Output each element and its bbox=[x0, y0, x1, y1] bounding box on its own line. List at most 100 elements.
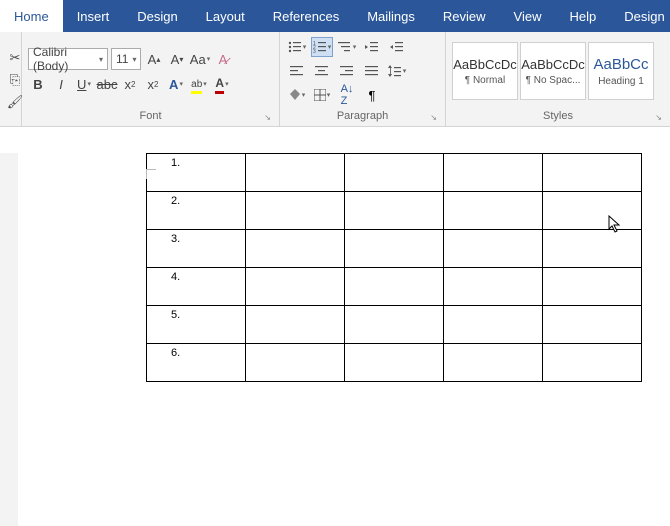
table-cell[interactable] bbox=[246, 154, 345, 192]
table-row: 3. bbox=[147, 230, 642, 268]
ribbon: ✂ ⎘ 🖌 Calibri (Body)▾ 11▾ A▴ A▾ Aa▾ A̷ B… bbox=[0, 32, 670, 127]
table-cell[interactable] bbox=[345, 268, 444, 306]
align-left-button[interactable] bbox=[286, 61, 308, 81]
tab-design[interactable]: Design bbox=[123, 0, 191, 32]
strikethrough-button[interactable]: abc bbox=[97, 74, 117, 94]
style-no-spacing[interactable]: AaBbCcDc ¶ No Spac... bbox=[520, 42, 586, 100]
numbering-button[interactable]: 123▾ bbox=[311, 37, 333, 57]
table-cell[interactable] bbox=[444, 306, 543, 344]
tab-insert[interactable]: Insert bbox=[63, 0, 124, 32]
tab-view[interactable]: View bbox=[500, 0, 556, 32]
table-cell[interactable]: 5. bbox=[147, 306, 246, 344]
tab-mailings[interactable]: Mailings bbox=[353, 0, 429, 32]
tab-home[interactable]: Home bbox=[0, 0, 63, 32]
table-cell[interactable]: 6. bbox=[147, 344, 246, 382]
group-label-paragraph: Paragraph bbox=[286, 108, 439, 126]
style-name: Heading 1 bbox=[598, 76, 644, 87]
group-label-font: Font bbox=[28, 108, 273, 126]
table-row: 4. bbox=[147, 268, 642, 306]
styles-gallery[interactable]: AaBbCcDc ¶ Normal AaBbCcDc ¶ No Spac... … bbox=[452, 42, 664, 100]
shrink-font-button[interactable]: A▾ bbox=[167, 49, 187, 69]
table-row: 6. bbox=[147, 344, 642, 382]
align-center-button[interactable] bbox=[311, 61, 333, 81]
line-spacing-button[interactable]: ▾ bbox=[386, 61, 408, 81]
ribbon-tabs: Home Insert Design Layout References Mai… bbox=[0, 0, 670, 32]
tab-layout[interactable]: Layout bbox=[192, 0, 259, 32]
table-cell[interactable] bbox=[345, 154, 444, 192]
font-size-value: 11 bbox=[116, 52, 128, 66]
table-cell[interactable] bbox=[444, 230, 543, 268]
table-cell[interactable] bbox=[444, 344, 543, 382]
style-name: ¶ No Spac... bbox=[526, 75, 581, 86]
table-cell[interactable]: 4. bbox=[147, 268, 246, 306]
multilevel-list-button[interactable]: ▾ bbox=[336, 37, 358, 57]
table-row: 1. bbox=[147, 154, 642, 192]
superscript-button[interactable]: x2 bbox=[143, 74, 163, 94]
subscript-button[interactable]: x2 bbox=[120, 74, 140, 94]
table-cell[interactable]: 2. bbox=[147, 192, 246, 230]
table-cell[interactable] bbox=[543, 268, 642, 306]
decrease-indent-button[interactable] bbox=[361, 37, 383, 57]
align-right-button[interactable] bbox=[336, 61, 358, 81]
style-preview: AaBbCc bbox=[593, 56, 648, 73]
group-paragraph: ▾ 123▾ ▾ ▾ ▾ ▾ A↓Z ¶ Paragraph bbox=[280, 32, 446, 126]
style-normal[interactable]: AaBbCcDc ¶ Normal bbox=[452, 42, 518, 100]
table-cell[interactable]: 3. bbox=[147, 230, 246, 268]
table-cell[interactable]: 1. bbox=[147, 154, 246, 192]
text-effects-button[interactable]: A▾ bbox=[166, 74, 186, 94]
style-heading1[interactable]: AaBbCc Heading 1 bbox=[588, 42, 654, 100]
page-corner-mark bbox=[146, 169, 156, 179]
bullets-button[interactable]: ▾ bbox=[286, 37, 308, 57]
sort-button[interactable]: A↓Z bbox=[336, 85, 358, 105]
font-name-combo[interactable]: Calibri (Body)▾ bbox=[28, 48, 108, 70]
style-name: ¶ Normal bbox=[465, 75, 505, 86]
table-row: 2. bbox=[147, 192, 642, 230]
table-cell[interactable] bbox=[246, 230, 345, 268]
italic-button[interactable]: I bbox=[51, 74, 71, 94]
tab-review[interactable]: Review bbox=[429, 0, 500, 32]
table-cell[interactable] bbox=[246, 306, 345, 344]
justify-button[interactable] bbox=[361, 61, 383, 81]
table-cell[interactable] bbox=[345, 192, 444, 230]
font-name-value: Calibri (Body) bbox=[33, 45, 95, 73]
table-cell[interactable] bbox=[246, 192, 345, 230]
table-row: 5. bbox=[147, 306, 642, 344]
table-cell[interactable] bbox=[543, 306, 642, 344]
table-cell[interactable] bbox=[543, 154, 642, 192]
table-cell[interactable] bbox=[543, 344, 642, 382]
document-area[interactable]: 1. 2. 3. 4. 5. 6. bbox=[0, 153, 670, 526]
change-case-button[interactable]: Aa▾ bbox=[190, 49, 210, 69]
table-cell[interactable] bbox=[444, 154, 543, 192]
group-styles: AaBbCcDc ¶ Normal AaBbCcDc ¶ No Spac... … bbox=[446, 32, 670, 126]
font-size-combo[interactable]: 11▾ bbox=[111, 48, 141, 70]
table-cell[interactable] bbox=[543, 230, 642, 268]
group-font: Calibri (Body)▾ 11▾ A▴ A▾ Aa▾ A̷ B I U▾ … bbox=[22, 32, 280, 126]
table-cell[interactable] bbox=[345, 306, 444, 344]
show-marks-button[interactable]: ¶ bbox=[361, 85, 383, 105]
table-cell[interactable] bbox=[444, 192, 543, 230]
table-cell[interactable] bbox=[345, 344, 444, 382]
group-clipboard: ✂ ⎘ 🖌 bbox=[0, 32, 22, 126]
underline-button[interactable]: U▾ bbox=[74, 74, 94, 94]
shading-button[interactable]: ▾ bbox=[286, 85, 308, 105]
table-cell[interactable] bbox=[345, 230, 444, 268]
tab-help[interactable]: Help bbox=[555, 0, 610, 32]
group-label-styles: Styles bbox=[452, 108, 664, 126]
font-color-button[interactable]: A▾ bbox=[212, 74, 232, 94]
borders-button[interactable]: ▾ bbox=[311, 85, 333, 105]
grow-font-button[interactable]: A▴ bbox=[144, 49, 164, 69]
tab-references[interactable]: References bbox=[259, 0, 353, 32]
style-preview: AaBbCcDc bbox=[521, 57, 585, 72]
increase-indent-button[interactable] bbox=[386, 37, 408, 57]
style-preview: AaBbCcDc bbox=[453, 57, 517, 72]
document-table[interactable]: 1. 2. 3. 4. 5. 6. bbox=[146, 153, 642, 382]
table-cell[interactable] bbox=[246, 344, 345, 382]
bold-button[interactable]: B bbox=[28, 74, 48, 94]
tab-table-design[interactable]: Design bbox=[610, 0, 670, 32]
table-cell[interactable] bbox=[246, 268, 345, 306]
table-cell[interactable] bbox=[543, 192, 642, 230]
svg-text:3: 3 bbox=[313, 49, 316, 53]
highlight-button[interactable]: ab▾ bbox=[189, 74, 209, 94]
clear-formatting-button[interactable]: A̷ bbox=[213, 49, 233, 69]
table-cell[interactable] bbox=[444, 268, 543, 306]
